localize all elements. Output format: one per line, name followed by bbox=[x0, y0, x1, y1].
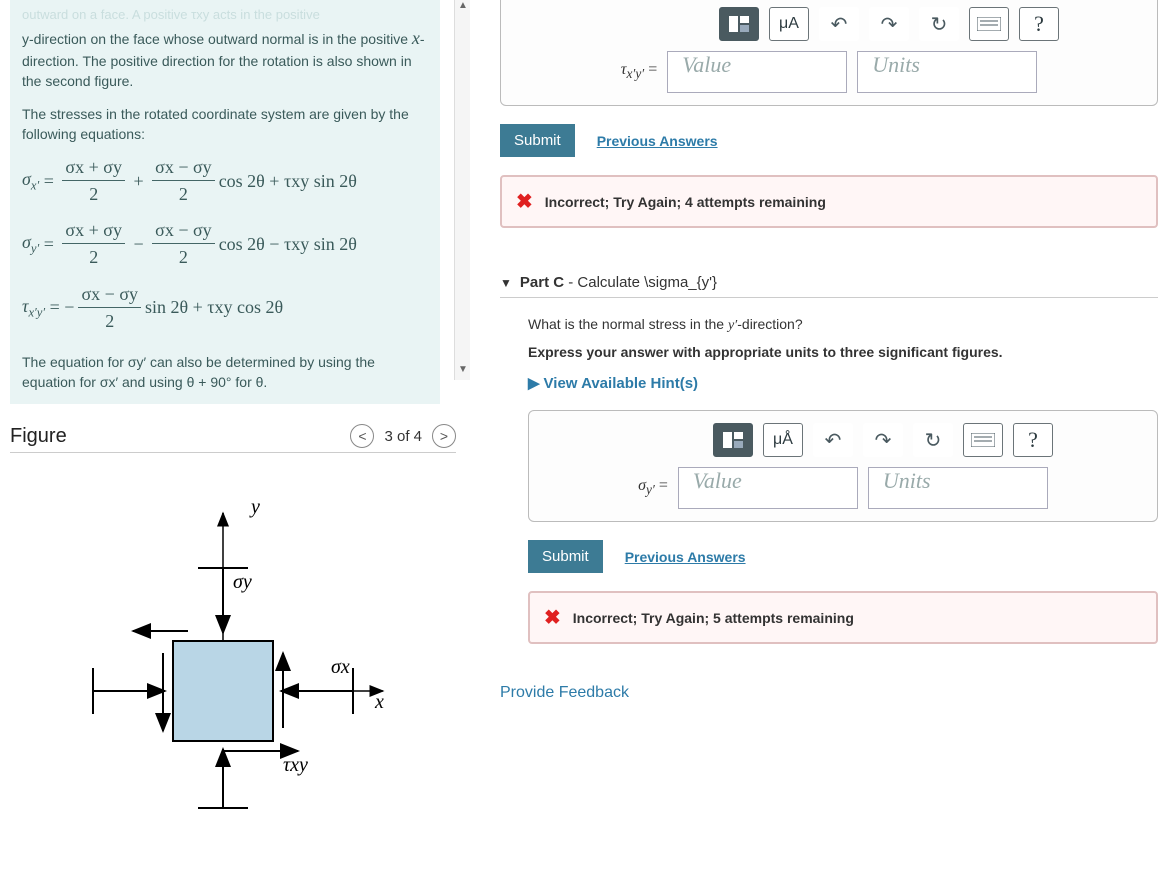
value-input[interactable]: Value bbox=[667, 51, 847, 93]
chevron-right-icon: ▶ bbox=[528, 374, 540, 392]
y-axis-label: y bbox=[249, 496, 260, 518]
provide-feedback-link[interactable]: Provide Feedback bbox=[500, 684, 629, 702]
part-c-label: Part C bbox=[520, 274, 564, 291]
submit-button[interactable]: Submit bbox=[500, 124, 575, 157]
keyboard-icon[interactable] bbox=[969, 7, 1009, 41]
part-c-instruction: Express your answer with appropriate uni… bbox=[528, 344, 1158, 360]
redo-icon[interactable]: ↷ bbox=[869, 7, 909, 41]
hint-p2: The stresses in the rotated coordinate s… bbox=[22, 106, 409, 142]
equation-sigma-y: σy′ = σx + σy2 − σx − σy2 cos 2θ − τxy s… bbox=[22, 217, 428, 270]
hint-p3: The equation for σy′ can also be determi… bbox=[22, 354, 375, 390]
units-input[interactable]: Units bbox=[868, 467, 1048, 509]
template-icon[interactable] bbox=[713, 423, 753, 457]
stress-element-figure: y x σy σx bbox=[73, 473, 393, 823]
undo-icon[interactable]: ↶ bbox=[813, 423, 853, 457]
view-hints-link[interactable]: ▶ View Available Hint(s) bbox=[528, 374, 1158, 392]
part-c-desc: - Calculate \sigma_{y'} bbox=[564, 274, 717, 291]
feedback-text: Incorrect; Try Again; 5 attempts remaini… bbox=[573, 610, 854, 626]
sigma-x-label: σx bbox=[331, 656, 350, 678]
units-mu-button[interactable]: μA bbox=[769, 7, 809, 41]
scroll-up-icon[interactable]: ▲ bbox=[455, 0, 471, 16]
figure-section: Figure < 3 of 4 > y bbox=[10, 404, 462, 823]
x-axis-label: x bbox=[374, 691, 384, 713]
part-c-question: What is the normal stress in the y′-dire… bbox=[528, 316, 1158, 334]
left-pane: ▲ ▼ outward on a face. A positive τxy ac… bbox=[0, 0, 470, 879]
part-c-body: What is the normal stress in the y′-dire… bbox=[500, 298, 1158, 644]
equation-tau-xy: τx′y′ = − σx − σy2 sin 2θ + τxy cos 2θ bbox=[22, 281, 428, 334]
template-icon[interactable] bbox=[719, 7, 759, 41]
feedback-text: Incorrect; Try Again; 4 attempts remaini… bbox=[545, 194, 826, 210]
undo-icon[interactable]: ↶ bbox=[819, 7, 859, 41]
x-icon: ✖ bbox=[544, 605, 561, 630]
units-input[interactable]: Units bbox=[857, 51, 1037, 93]
value-input[interactable]: Value bbox=[678, 467, 858, 509]
tau-xy-label: τxy bbox=[283, 754, 308, 776]
units-mu-button[interactable]: μÅ bbox=[763, 423, 803, 457]
equation-sigma-x: σx′ = σx + σy2 + σx − σy2 cos 2θ + τxy s… bbox=[22, 154, 428, 207]
help-button[interactable]: ? bbox=[1019, 7, 1059, 41]
cutoff-text: outward on a face. A positive τxy acts i… bbox=[22, 6, 428, 25]
right-pane: μA ↶ ↷ ↻ ? τx′y′ = Value Units Submit bbox=[470, 0, 1176, 879]
part-c-header[interactable]: ▼ Part C - Calculate \sigma_{y'} bbox=[500, 268, 1158, 298]
part-b-answer-area: μA ↶ ↷ ↻ ? τx′y′ = Value Units Submit bbox=[500, 0, 1158, 228]
tau-label: τx′y′ = bbox=[621, 61, 657, 82]
submit-button[interactable]: Submit bbox=[528, 540, 603, 573]
figure-next-button[interactable]: > bbox=[432, 424, 456, 448]
reset-icon[interactable]: ↻ bbox=[913, 423, 953, 457]
previous-answers-link[interactable]: Previous Answers bbox=[625, 549, 746, 565]
x-icon: ✖ bbox=[516, 189, 533, 214]
figure-prev-button[interactable]: < bbox=[350, 424, 374, 448]
figure-counter: 3 of 4 bbox=[384, 428, 422, 445]
scroll-down-icon[interactable]: ▼ bbox=[455, 364, 471, 380]
theory-hint-box: outward on a face. A positive τxy acts i… bbox=[10, 0, 440, 404]
previous-answers-link[interactable]: Previous Answers bbox=[597, 133, 718, 149]
hint-p1a: y-direction on the face whose outward no… bbox=[22, 31, 412, 47]
disclosure-icon[interactable]: ▼ bbox=[500, 276, 512, 290]
feedback-incorrect: ✖ Incorrect; Try Again; 5 attempts remai… bbox=[528, 591, 1158, 644]
reset-icon[interactable]: ↻ bbox=[919, 7, 959, 41]
keyboard-icon[interactable] bbox=[963, 423, 1003, 457]
redo-icon[interactable]: ↷ bbox=[863, 423, 903, 457]
sigma-y-label: σy bbox=[233, 571, 252, 593]
sigma-y-label: σy′ = bbox=[638, 477, 668, 498]
figure-title: Figure bbox=[10, 425, 67, 448]
help-button[interactable]: ? bbox=[1013, 423, 1053, 457]
scrollbar[interactable]: ▲ ▼ bbox=[454, 0, 470, 380]
feedback-incorrect: ✖ Incorrect; Try Again; 4 attempts remai… bbox=[500, 175, 1158, 228]
